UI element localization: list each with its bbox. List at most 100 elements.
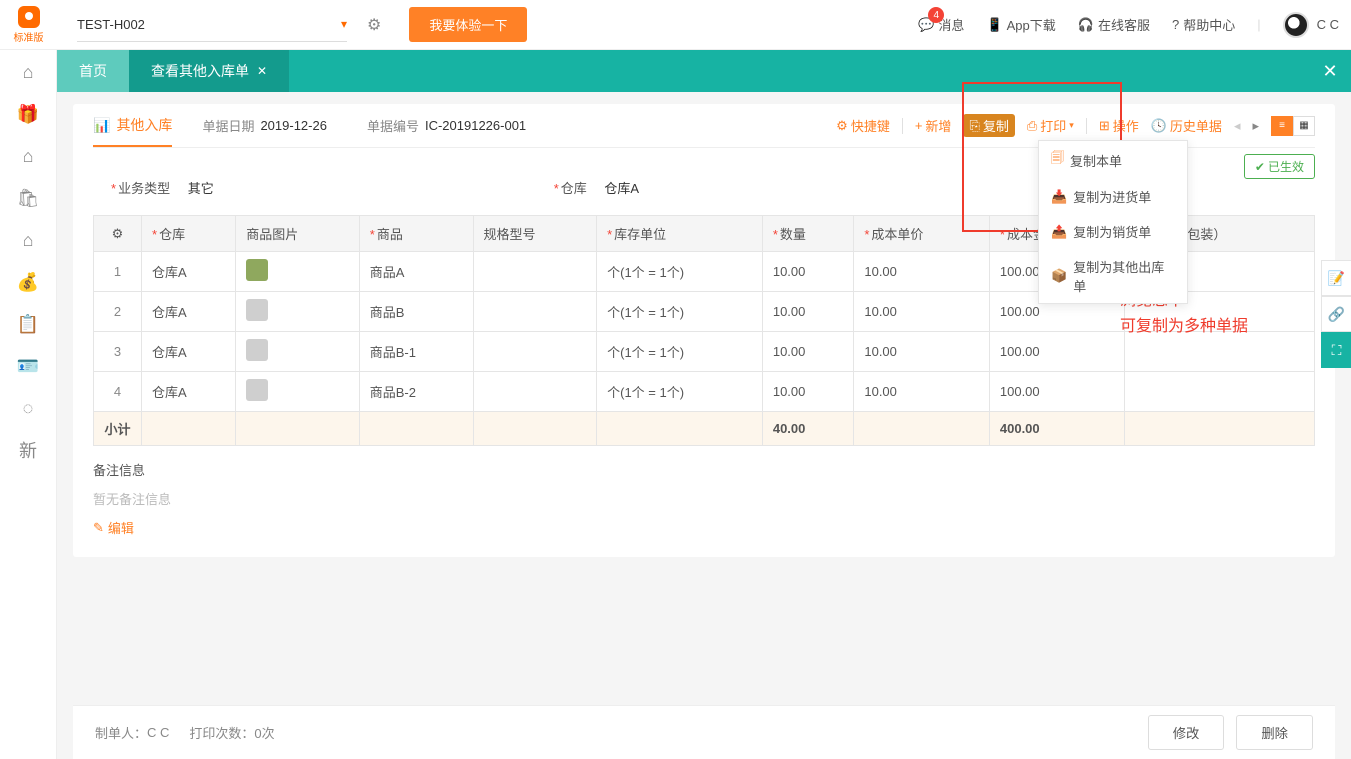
row-wh: 仓库A [142, 372, 236, 412]
add-button[interactable]: +新增 [915, 116, 952, 135]
creator-label: 制单人： [95, 723, 147, 742]
doc-number: 单据编号 IC-20191226-001 [367, 116, 536, 147]
new-icon[interactable]: 新 [18, 440, 38, 460]
row-qty: 10.00 [762, 372, 854, 412]
row-qty: 10.00 [762, 292, 854, 332]
money-icon[interactable]: 💰 [18, 272, 38, 292]
close-icon[interactable]: ✕ [257, 64, 267, 78]
view-grid[interactable]: ▦ [1293, 116, 1315, 136]
clipboard-icon[interactable]: 📋 [18, 314, 38, 334]
customer-service-link[interactable]: 🎧 在线客服 [1078, 15, 1150, 34]
app-download-link[interactable]: 📱 App下载 [986, 15, 1055, 34]
creator-value: C C [147, 725, 169, 740]
row-img [236, 332, 360, 372]
business-type: *业务类型 其它 [111, 178, 214, 197]
subtotal-row: 小计 40.00 400.00 [94, 412, 1315, 446]
user-menu[interactable]: C C [1283, 12, 1339, 38]
tab-view-doc[interactable]: 查看其他入库单 ✕ [129, 50, 289, 92]
row-unit: 个(1个 = 1个) [597, 292, 763, 332]
copy-icon: ⎘ [969, 118, 979, 134]
copy-as-sale[interactable]: 📤复制为销货单 [1039, 214, 1187, 249]
date-label: 单据日期 [202, 116, 254, 135]
row-amount: 100.00 [989, 372, 1125, 412]
row-prod: 商品B [359, 292, 473, 332]
sep [1086, 118, 1087, 134]
row-index: 2 [94, 292, 142, 332]
check-icon: ✔ [1255, 160, 1265, 174]
messages-link[interactable]: 💬 消息 4 [918, 15, 964, 34]
status-tag: ✔ 已生效 [1244, 154, 1315, 179]
doc-tab[interactable]: 📊 其他入库 [93, 115, 172, 147]
org-select[interactable]: TEST-H002 ▾ [77, 8, 347, 42]
gear-icon[interactable]: ⚙ [367, 15, 381, 35]
chevron-down-icon: ▾ [1069, 120, 1074, 131]
building-icon[interactable]: ⌂ [18, 230, 38, 250]
product-image-icon [246, 299, 268, 321]
logo-icon [18, 6, 40, 28]
delete-button[interactable]: 删除 [1236, 715, 1313, 750]
prev-button[interactable]: ◂ [1234, 118, 1241, 134]
table-row[interactable]: 4 仓库A 商品B-2 个(1个 = 1个) 10.00 10.00 100.0… [94, 372, 1315, 412]
row-img [236, 252, 360, 292]
try-button[interactable]: 我要体验一下 [409, 7, 527, 42]
close-all-tabs[interactable]: ✕ [1309, 50, 1351, 92]
row-index: 3 [94, 332, 142, 372]
top-links: 💬 消息 4 📱 App下载 🎧 在线客服 ? 帮助中心 | C C [918, 12, 1339, 38]
sep [902, 118, 903, 134]
row-unit: 个(1个 = 1个) [597, 332, 763, 372]
row-price: 10.00 [854, 252, 990, 292]
house-icon[interactable]: ⌂ [18, 146, 38, 166]
print-count-value: 0次 [254, 723, 274, 742]
row-price: 10.00 [854, 372, 990, 412]
row-amount: 100.00 [989, 332, 1125, 372]
ops-button[interactable]: ⊞操作 [1099, 116, 1139, 135]
shortcut-button[interactable]: ⚙快捷键 [836, 116, 890, 135]
product-image-icon [246, 339, 268, 361]
divider: | [1257, 17, 1260, 32]
print-icon: ⎙ [1027, 118, 1037, 134]
row-wh: 仓库A [142, 292, 236, 332]
col-price: *成本单价 [854, 216, 990, 252]
edit-remark[interactable]: ✎ 编辑 [93, 518, 1315, 537]
row-wh: 仓库A [142, 252, 236, 292]
row-spec [473, 372, 597, 412]
status-label: 已生效 [1268, 158, 1304, 175]
cs-label: 在线客服 [1098, 15, 1150, 34]
warehouse: *仓库 仓库A [554, 178, 639, 197]
copy-as-purchase[interactable]: 📥复制为进货单 [1039, 179, 1187, 214]
topbar: 标准版 TEST-H002 ▾ ⚙ 我要体验一下 💬 消息 4 📱 App下载 … [0, 0, 1351, 50]
copy-this[interactable]: 🗐复制本单 [1039, 141, 1187, 179]
row-unit: 个(1个 = 1个) [597, 372, 763, 412]
id-icon[interactable]: 🪪 [18, 356, 38, 376]
view-list[interactable]: ≡ [1271, 116, 1293, 136]
help-link[interactable]: ? 帮助中心 [1172, 15, 1235, 34]
org-name: TEST-H002 [77, 17, 145, 32]
doc-date: 单据日期 2019-12-26 [202, 116, 337, 147]
sync-icon[interactable]: ◌ [18, 398, 38, 418]
expand-tool[interactable]: ⛶ [1321, 332, 1351, 368]
headset-icon: 🎧 [1078, 17, 1094, 33]
note-tool[interactable]: 📝 [1321, 260, 1351, 296]
gift-icon[interactable]: 🎁 [18, 104, 38, 124]
col-wh: *仓库 [142, 216, 236, 252]
history-button[interactable]: 🕓历史单据 [1151, 116, 1222, 135]
tab-home[interactable]: 首页 [57, 50, 129, 92]
right-tools: 📝 🔗 ⛶ [1321, 260, 1351, 368]
link-tool[interactable]: 🔗 [1321, 296, 1351, 332]
copy-as-other-out[interactable]: 📦复制为其他出库单 [1039, 249, 1187, 303]
help-icon: ? [1172, 17, 1179, 32]
copy-button[interactable]: ⎘复制 [963, 114, 1014, 137]
modify-button[interactable]: 修改 [1148, 715, 1225, 750]
logo[interactable]: 标准版 [0, 6, 57, 44]
next-button[interactable]: ▸ [1252, 118, 1259, 134]
row-spec [473, 292, 597, 332]
col-gear[interactable]: ⚙ [94, 216, 142, 252]
home-icon[interactable]: ⌂ [18, 62, 38, 82]
bag-icon[interactable]: 🛍 [18, 188, 38, 208]
user-name: C C [1317, 17, 1339, 32]
doc-tab-label: 其他入库 [116, 115, 172, 135]
remark-empty: 暂无备注信息 [93, 489, 1315, 508]
print-button[interactable]: ⎙打印▾ [1027, 116, 1074, 135]
out-icon: 📤 [1051, 224, 1067, 240]
subtotal-qty: 40.00 [762, 412, 854, 446]
